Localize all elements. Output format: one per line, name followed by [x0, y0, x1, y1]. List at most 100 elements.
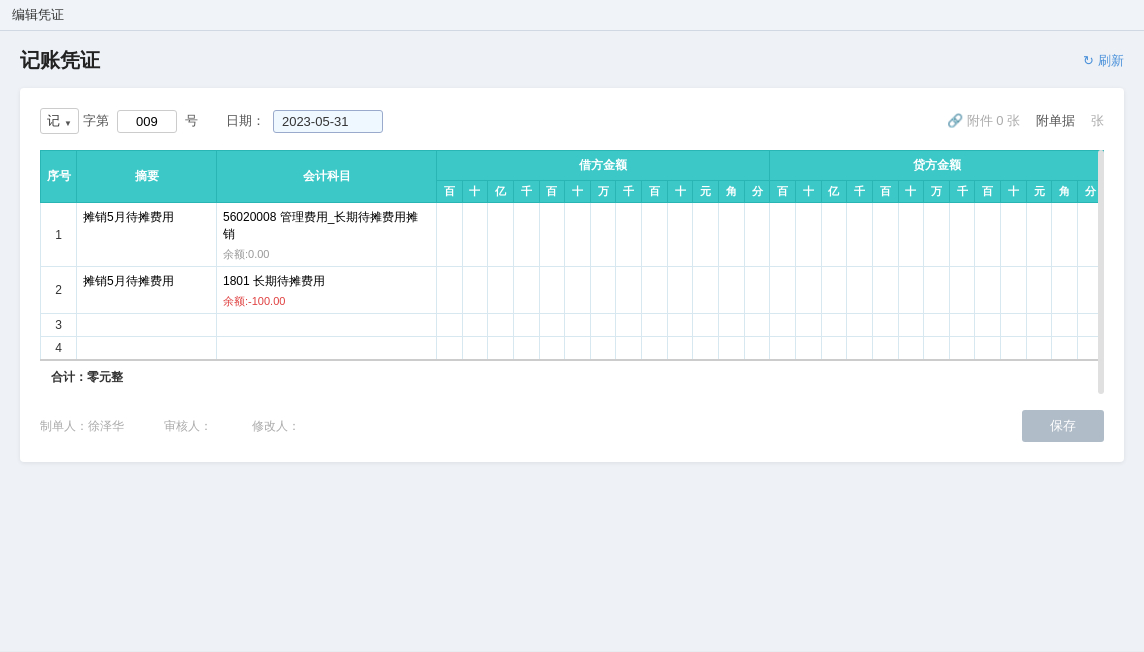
credit-cell-12[interactable]	[1052, 314, 1078, 337]
credit-cell-6[interactable]	[898, 337, 924, 361]
debit-cell-8[interactable]	[616, 337, 642, 361]
credit-cell-1[interactable]	[770, 337, 796, 361]
save-button[interactable]: 保存	[1022, 410, 1104, 442]
row-summary[interactable]: 摊销5月待摊费用	[77, 267, 217, 314]
row-summary[interactable]	[77, 314, 217, 337]
debit-cell-6[interactable]	[565, 267, 591, 314]
debit-cell-5[interactable]	[539, 314, 565, 337]
credit-cell-8[interactable]	[949, 314, 975, 337]
credit-cell-9[interactable]	[975, 267, 1001, 314]
table-row[interactable]: 3	[41, 314, 1104, 337]
credit-cell-1[interactable]	[770, 203, 796, 267]
debit-cell-13[interactable]	[744, 314, 770, 337]
debit-cell-3[interactable]	[488, 314, 514, 337]
voucher-number-input[interactable]	[117, 110, 177, 133]
table-row[interactable]: 2摊销5月待摊费用1801 长期待摊费用余额:-100.00	[41, 267, 1104, 314]
debit-cell-11[interactable]	[693, 267, 719, 314]
debit-cell-2[interactable]	[462, 203, 488, 267]
credit-cell-7[interactable]	[924, 267, 950, 314]
debit-cell-7[interactable]	[590, 203, 616, 267]
debit-cell-8[interactable]	[616, 314, 642, 337]
credit-cell-4[interactable]	[847, 314, 873, 337]
row-account[interactable]	[217, 337, 437, 361]
row-account[interactable]: 56020008 管理费用_长期待摊费用摊销余额:0.00	[217, 203, 437, 267]
debit-cell-12[interactable]	[719, 314, 745, 337]
refresh-button[interactable]: ↻ 刷新	[1083, 52, 1124, 70]
debit-cell-4[interactable]	[513, 267, 539, 314]
debit-cell-2[interactable]	[462, 337, 488, 361]
debit-cell-1[interactable]	[437, 267, 463, 314]
credit-cell-13[interactable]	[1078, 337, 1104, 361]
credit-cell-9[interactable]	[975, 314, 1001, 337]
debit-cell-1[interactable]	[437, 337, 463, 361]
debit-cell-9[interactable]	[642, 314, 668, 337]
credit-cell-9[interactable]	[975, 203, 1001, 267]
debit-cell-2[interactable]	[462, 267, 488, 314]
credit-cell-3[interactable]	[821, 337, 847, 361]
debit-cell-2[interactable]	[462, 314, 488, 337]
credit-cell-2[interactable]	[795, 267, 821, 314]
credit-cell-4[interactable]	[847, 203, 873, 267]
debit-cell-11[interactable]	[693, 314, 719, 337]
credit-cell-3[interactable]	[821, 203, 847, 267]
credit-cell-8[interactable]	[949, 267, 975, 314]
debit-cell-6[interactable]	[565, 314, 591, 337]
credit-cell-2[interactable]	[795, 314, 821, 337]
debit-cell-3[interactable]	[488, 203, 514, 267]
debit-cell-7[interactable]	[590, 267, 616, 314]
row-account[interactable]	[217, 314, 437, 337]
credit-cell-8[interactable]	[949, 203, 975, 267]
credit-cell-12[interactable]	[1052, 203, 1078, 267]
debit-cell-13[interactable]	[744, 203, 770, 267]
credit-cell-1[interactable]	[770, 267, 796, 314]
credit-cell-11[interactable]	[1026, 203, 1052, 267]
voucher-type-dropdown[interactable]: 记	[40, 108, 79, 134]
credit-cell-12[interactable]	[1052, 337, 1078, 361]
credit-cell-13[interactable]	[1078, 203, 1104, 267]
debit-cell-13[interactable]	[744, 337, 770, 361]
debit-cell-1[interactable]	[437, 203, 463, 267]
debit-cell-3[interactable]	[488, 267, 514, 314]
credit-cell-5[interactable]	[872, 203, 898, 267]
credit-cell-3[interactable]	[821, 267, 847, 314]
credit-cell-12[interactable]	[1052, 267, 1078, 314]
debit-cell-13[interactable]	[744, 267, 770, 314]
debit-cell-4[interactable]	[513, 314, 539, 337]
credit-cell-7[interactable]	[924, 314, 950, 337]
credit-cell-7[interactable]	[924, 337, 950, 361]
credit-cell-4[interactable]	[847, 337, 873, 361]
debit-cell-10[interactable]	[667, 267, 693, 314]
debit-cell-9[interactable]	[642, 267, 668, 314]
debit-cell-12[interactable]	[719, 203, 745, 267]
debit-cell-3[interactable]	[488, 337, 514, 361]
credit-cell-11[interactable]	[1026, 337, 1052, 361]
credit-cell-5[interactable]	[872, 314, 898, 337]
debit-cell-12[interactable]	[719, 337, 745, 361]
table-row[interactable]: 4	[41, 337, 1104, 361]
debit-cell-10[interactable]	[667, 314, 693, 337]
credit-cell-4[interactable]	[847, 267, 873, 314]
debit-cell-12[interactable]	[719, 267, 745, 314]
date-input[interactable]	[273, 110, 383, 133]
debit-cell-8[interactable]	[616, 267, 642, 314]
credit-cell-5[interactable]	[872, 267, 898, 314]
credit-cell-6[interactable]	[898, 267, 924, 314]
credit-cell-7[interactable]	[924, 203, 950, 267]
attach-doc-button[interactable]: 附单据	[1036, 112, 1075, 130]
row-summary[interactable]: 摊销5月待摊费用	[77, 203, 217, 267]
credit-cell-1[interactable]	[770, 314, 796, 337]
credit-cell-3[interactable]	[821, 314, 847, 337]
credit-cell-6[interactable]	[898, 314, 924, 337]
debit-cell-7[interactable]	[590, 337, 616, 361]
row-account[interactable]: 1801 长期待摊费用余额:-100.00	[217, 267, 437, 314]
debit-cell-11[interactable]	[693, 203, 719, 267]
debit-cell-5[interactable]	[539, 267, 565, 314]
credit-cell-10[interactable]	[1001, 203, 1027, 267]
debit-cell-6[interactable]	[565, 203, 591, 267]
debit-cell-8[interactable]	[616, 203, 642, 267]
debit-cell-7[interactable]	[590, 314, 616, 337]
row-summary[interactable]	[77, 337, 217, 361]
credit-cell-2[interactable]	[795, 203, 821, 267]
credit-cell-10[interactable]	[1001, 337, 1027, 361]
debit-cell-9[interactable]	[642, 337, 668, 361]
